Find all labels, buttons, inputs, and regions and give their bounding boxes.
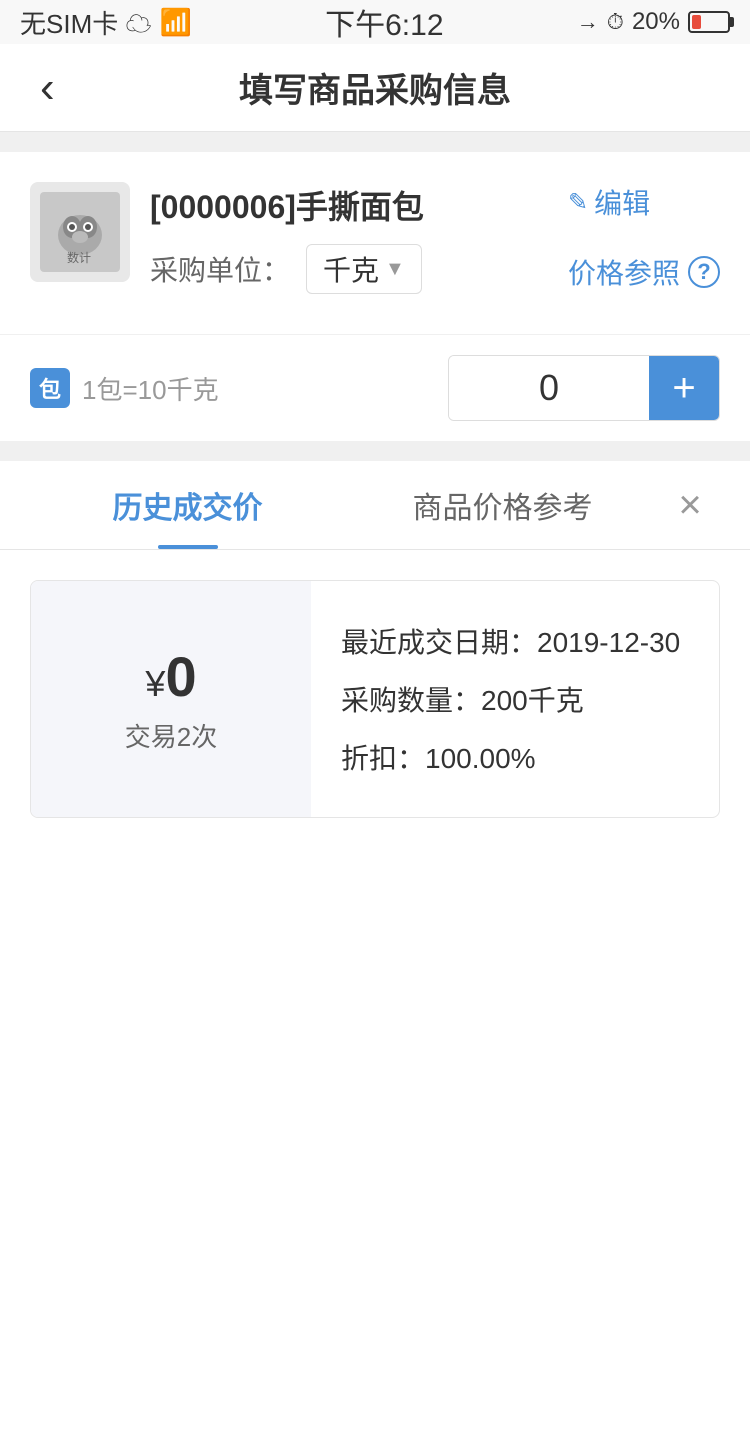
divider [0,441,750,461]
svg-text:数计: 数计 [67,250,91,265]
latest-date-row: 最近成交日期：2019-12-30 [341,621,689,661]
battery-icon [688,11,730,33]
product-image: 数计 [30,182,130,282]
product-card-right: ✎ 编辑 价格参照 ? [568,182,720,292]
quantity-input[interactable] [449,356,649,420]
battery-fill [692,15,701,29]
tab-close-button[interactable]: × [660,461,720,549]
status-bar: 无SIM卡 ☁ 📶 下午6:12 → ⏱ 20% [0,0,750,44]
price-card-left: ¥0 交易2次 [31,581,311,817]
unit-select-value: 千克 [323,249,379,289]
wifi-icon: 📶 [159,7,191,38]
main-background [0,848,750,1448]
product-info: [0000006]手撕面包 采购单位： 千克 ▼ [150,182,424,294]
product-name: [0000006]手撕面包 [150,182,424,228]
price-card: ¥0 交易2次 最近成交日期：2019-12-30 采购数量：200千克 折扣：… [30,580,720,818]
status-indicators: → ⏱ 20% [577,8,730,36]
status-time: 下午6:12 [325,0,443,44]
edit-label: 编辑 [594,182,650,222]
tab-price-reference[interactable]: 商品价格参考 [345,461,660,549]
unit-select[interactable]: 千克 ▼ [306,244,422,294]
purchase-qty-label: 采购数量： [341,685,481,716]
edit-button[interactable]: ✎ 编辑 [568,182,720,222]
transaction-count: 交易2次 [125,717,217,754]
close-icon: × [678,483,701,528]
product-logo: 数计 [45,197,115,267]
page-title: 填写商品采购信息 [239,63,511,112]
quantity-input-group: + [448,355,720,421]
product-card: 数计 [0000006]手撕面包 采购单位： 千克 ▼ ✎ 编辑 [0,152,750,334]
price-ref[interactable]: 价格参照 ? [568,252,720,292]
tab-history-price[interactable]: 历史成交价 [30,461,345,549]
purchase-qty-row: 采购数量：200千克 [341,679,689,719]
latest-date-value: 2019-12-30 [537,627,680,658]
price-card-right: 最近成交日期：2019-12-30 采购数量：200千克 折扣：100.00% [311,581,719,817]
tab-active-indicator [158,545,218,549]
info-icon: ? [688,256,720,288]
tab-history-label: 历史成交价 [113,483,263,527]
product-thumbnail: 数计 [40,192,120,272]
alarm-icon: ⏱ [607,9,624,35]
chevron-down-icon: ▼ [385,258,405,281]
location-icon: → [577,9,599,35]
price-value: 0 [165,645,196,708]
price-ref-label: 价格参照 [568,252,680,292]
nav-bar: ‹ 填写商品采购信息 [0,44,750,132]
tabs-section: 历史成交价 商品价格参考 × ¥0 交易2次 最近成交日期：2019-12-30 [0,461,750,848]
conversion-label: 1包=10千克 [82,370,219,407]
edit-icon: ✎ [568,188,588,217]
product-left: 数计 [0000006]手撕面包 采购单位： 千克 ▼ [30,182,424,294]
quantity-unit-info: 包 1包=10千克 [30,368,219,408]
battery-percent: 20% [632,8,680,36]
tab-reference-label: 商品价格参考 [413,483,593,527]
carrier-text: 无SIM卡 ☁ [20,4,151,41]
quantity-plus-button[interactable]: + [649,356,719,420]
product-header: 数计 [0000006]手撕面包 采购单位： 千克 ▼ ✎ 编辑 [30,182,720,294]
discount-value: 100.00% [425,743,536,774]
unit-label: 采购单位： [150,249,290,289]
unit-row: 采购单位： 千克 ▼ [150,244,424,294]
latest-date-label: 最近成交日期： [341,627,537,658]
history-content: ¥0 交易2次 最近成交日期：2019-12-30 采购数量：200千克 折扣：… [0,550,750,848]
discount-label: 折扣： [341,743,425,774]
status-carrier: 无SIM卡 ☁ 📶 [20,4,192,41]
unit-badge: 包 [30,368,70,408]
quantity-row: 包 1包=10千克 + [0,334,750,441]
price-amount: ¥0 [145,644,196,709]
tabs-header: 历史成交价 商品价格参考 × [0,461,750,550]
back-button[interactable]: ‹ [30,53,65,123]
discount-row: 折扣：100.00% [341,737,689,777]
currency-symbol: ¥ [145,663,165,704]
purchase-qty-value: 200千克 [481,685,584,716]
